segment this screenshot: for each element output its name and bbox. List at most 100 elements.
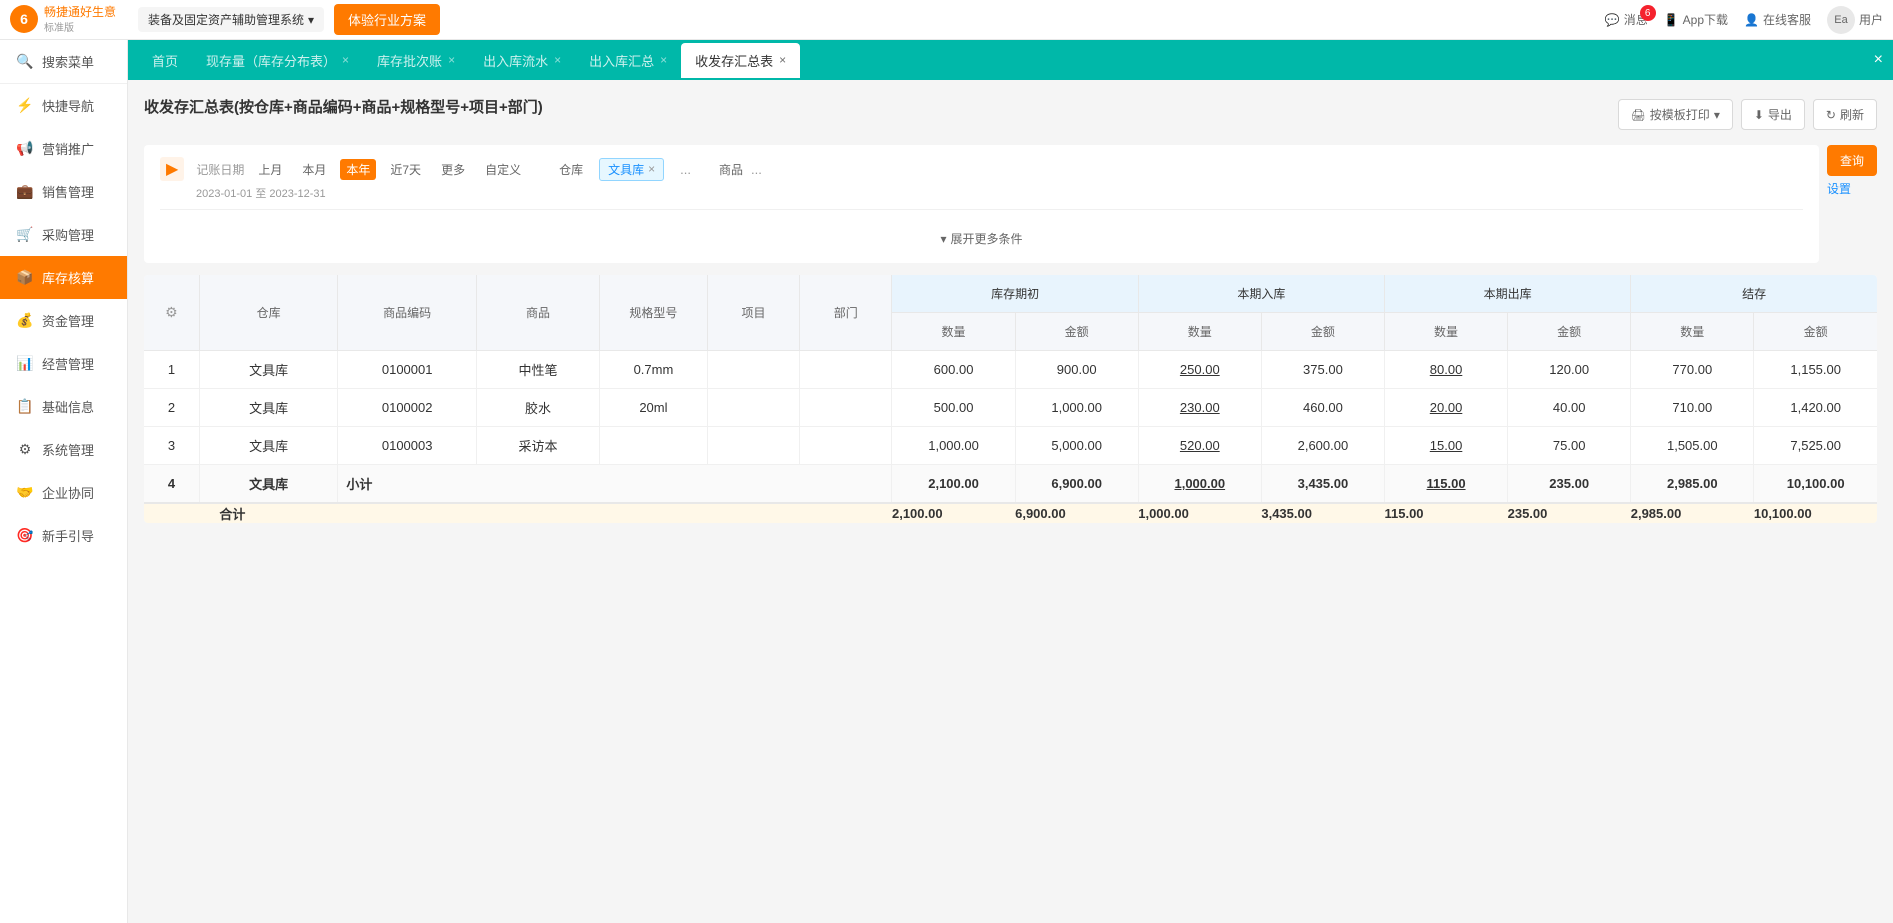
cell-balance-qty: 1,505.00: [1631, 427, 1754, 465]
sidebar-purchase-label: 采购管理: [42, 225, 94, 244]
subtotal-label: 小计: [338, 465, 892, 504]
system-selector[interactable]: 装备及固定资产辅助管理系统 ▾: [138, 7, 324, 32]
cell-in-amt: 375.00: [1261, 351, 1384, 389]
sidebar-item-sales[interactable]: 💼 销售管理: [0, 170, 127, 213]
top-bar: 6 畅捷通好生意 标准版 装备及固定资产辅助管理系统 ▾ 体验行业方案 💬 消息…: [0, 0, 1893, 40]
sidebar-item-marketing[interactable]: 📢 营销推广: [0, 127, 127, 170]
tab-batch[interactable]: 库存批次账 ×: [363, 43, 469, 78]
sidebar-item-quicknav[interactable]: ⚡ 快捷导航: [0, 84, 127, 127]
date-btn-this-year[interactable]: 本年: [340, 159, 376, 180]
date-btn-this-month[interactable]: 本月: [296, 159, 332, 180]
cell-opening-amt: 900.00: [1015, 351, 1138, 389]
system-icon: ⚙: [16, 441, 34, 459]
col-warehouse-header: 仓库: [199, 275, 338, 351]
date-btn-custom[interactable]: 自定义: [479, 159, 527, 180]
sidebar-marketing-label: 营销推广: [42, 139, 94, 158]
refresh-icon: ↻: [1826, 108, 1836, 122]
quicknav-icon: ⚡: [16, 97, 34, 115]
logo-text-group: 畅捷通好生意 标准版: [44, 5, 116, 34]
tab-home[interactable]: 首页: [138, 43, 192, 78]
app-download-label: App下载: [1683, 11, 1728, 28]
tab-stock-dist[interactable]: 现存量（库存分布表） ×: [192, 43, 363, 78]
table-container: ⚙ 仓库 商品编码 商品 规格型号 项目 部门 库存期初 本期入库 本期出库: [144, 275, 1877, 523]
sidebar-item-operations[interactable]: 📊 经营管理: [0, 342, 127, 385]
print-button[interactable]: 🖨 按模板打印 ▾: [1618, 99, 1733, 130]
remove-warehouse-tag[interactable]: ×: [648, 162, 655, 176]
sidebar-search-label: 搜索菜单: [42, 52, 94, 71]
service-icon: 👤: [1744, 13, 1759, 27]
tab-close-stock-dist[interactable]: ×: [342, 53, 349, 67]
cell-out-qty[interactable]: 15.00: [1384, 427, 1507, 465]
export-button[interactable]: ⬇ 导出: [1741, 99, 1805, 130]
sidebar-collab-label: 企业协同: [42, 483, 94, 502]
tab-flow[interactable]: 出入库流水 ×: [469, 43, 575, 78]
cell-in-amt: 2,600.00: [1261, 427, 1384, 465]
table-row: 3 文具库 0100003 采访本 1,000.00 5,000.00 520.…: [144, 427, 1877, 465]
tab-stock-dist-label: 现存量（库存分布表）: [206, 51, 336, 70]
sidebar-item-guide[interactable]: 🎯 新手引导: [0, 514, 127, 557]
col-in-qty: 数量: [1138, 313, 1261, 351]
footer-in-qty: 1,000.00: [1138, 503, 1261, 523]
footer-out-amt: 235.00: [1508, 503, 1631, 523]
cell-opening-amt: 1,000.00: [1015, 389, 1138, 427]
cell-spec: 0.7mm: [600, 351, 708, 389]
table-settings-icon[interactable]: ⚙: [165, 304, 178, 320]
filter-expand-icon[interactable]: ▶: [160, 157, 184, 181]
goods-more[interactable]: ...: [751, 162, 762, 177]
warehouse-more[interactable]: ...: [680, 162, 691, 177]
cell-out-qty[interactable]: 20.00: [1384, 389, 1507, 427]
online-service-action[interactable]: 👤 在线客服: [1744, 11, 1811, 28]
tab-bar-close[interactable]: ×: [1874, 51, 1883, 69]
date-btn-more[interactable]: 更多: [435, 159, 471, 180]
header-actions: 🖨 按模板打印 ▾ ⬇ 导出 ↻ 刷新: [1618, 99, 1877, 130]
trial-button[interactable]: 体验行业方案: [334, 4, 440, 35]
sidebar-item-inventory[interactable]: 📦 库存核算: [0, 256, 127, 299]
col-project-header: 项目: [707, 275, 799, 351]
message-action[interactable]: 💬 消息 6: [1605, 11, 1648, 28]
sidebar-item-collab[interactable]: 🤝 企业协同: [0, 471, 127, 514]
date-btn-last-month[interactable]: 上月: [252, 159, 288, 180]
expand-conditions-btn[interactable]: ▾ 展开更多条件: [160, 226, 1803, 251]
footer-opening-qty: 2,100.00: [892, 503, 1015, 523]
cell-in-qty[interactable]: 230.00: [1138, 389, 1261, 427]
footer-balance-amt: 10,100.00: [1754, 503, 1877, 523]
cell-out-qty[interactable]: 80.00: [1384, 351, 1507, 389]
sidebar-item-finance[interactable]: 💰 资金管理: [0, 299, 127, 342]
sidebar-item-purchase[interactable]: 🛒 采购管理: [0, 213, 127, 256]
tab-close-flow[interactable]: ×: [554, 53, 561, 67]
subtotal-in-amt: 3,435.00: [1261, 465, 1384, 504]
table-row: 2 文具库 0100002 胶水 20ml 500.00 1,000.00 23…: [144, 389, 1877, 427]
export-icon: ⬇: [1754, 108, 1764, 122]
cell-in-amt: 460.00: [1261, 389, 1384, 427]
tab-receipt-summary[interactable]: 收发存汇总表 ×: [681, 43, 800, 78]
tab-batch-label: 库存批次账: [377, 51, 442, 70]
finance-icon: 💰: [16, 312, 34, 330]
query-button[interactable]: 查询: [1827, 145, 1877, 176]
user-action[interactable]: Ea 用户: [1827, 6, 1883, 34]
sidebar-item-system[interactable]: ⚙ 系统管理: [0, 428, 127, 471]
tab-home-label: 首页: [152, 51, 178, 70]
tab-summary[interactable]: 出入库汇总 ×: [575, 43, 681, 78]
marketing-icon: 📢: [16, 140, 34, 158]
tab-close-receipt[interactable]: ×: [779, 53, 786, 67]
footer-in-amt: 3,435.00: [1261, 503, 1384, 523]
cell-warehouse: 文具库: [199, 351, 338, 389]
sidebar-item-search[interactable]: 🔍 搜索菜单: [0, 40, 127, 84]
message-badge: 6: [1640, 5, 1656, 21]
cell-in-qty[interactable]: 520.00: [1138, 427, 1261, 465]
cell-project: [707, 427, 799, 465]
sidebar-item-basic[interactable]: 📋 基础信息: [0, 385, 127, 428]
cell-project: [707, 351, 799, 389]
table-row: 1 文具库 0100001 中性笔 0.7mm 600.00 900.00 25…: [144, 351, 1877, 389]
tab-close-summary[interactable]: ×: [660, 53, 667, 67]
sidebar-quicknav-label: 快捷导航: [42, 96, 94, 115]
refresh-button[interactable]: ↻ 刷新: [1813, 99, 1877, 130]
settings-link[interactable]: 设置: [1827, 180, 1877, 197]
goods-label: 商品: [719, 161, 743, 178]
date-btn-7days[interactable]: 近7天: [384, 159, 427, 180]
cell-in-qty[interactable]: 250.00: [1138, 351, 1261, 389]
col-spec-header: 规格型号: [600, 275, 708, 351]
tab-close-batch[interactable]: ×: [448, 53, 455, 67]
footer-label: 合计: [199, 503, 892, 523]
app-download-action[interactable]: 📱 App下载: [1664, 11, 1728, 28]
